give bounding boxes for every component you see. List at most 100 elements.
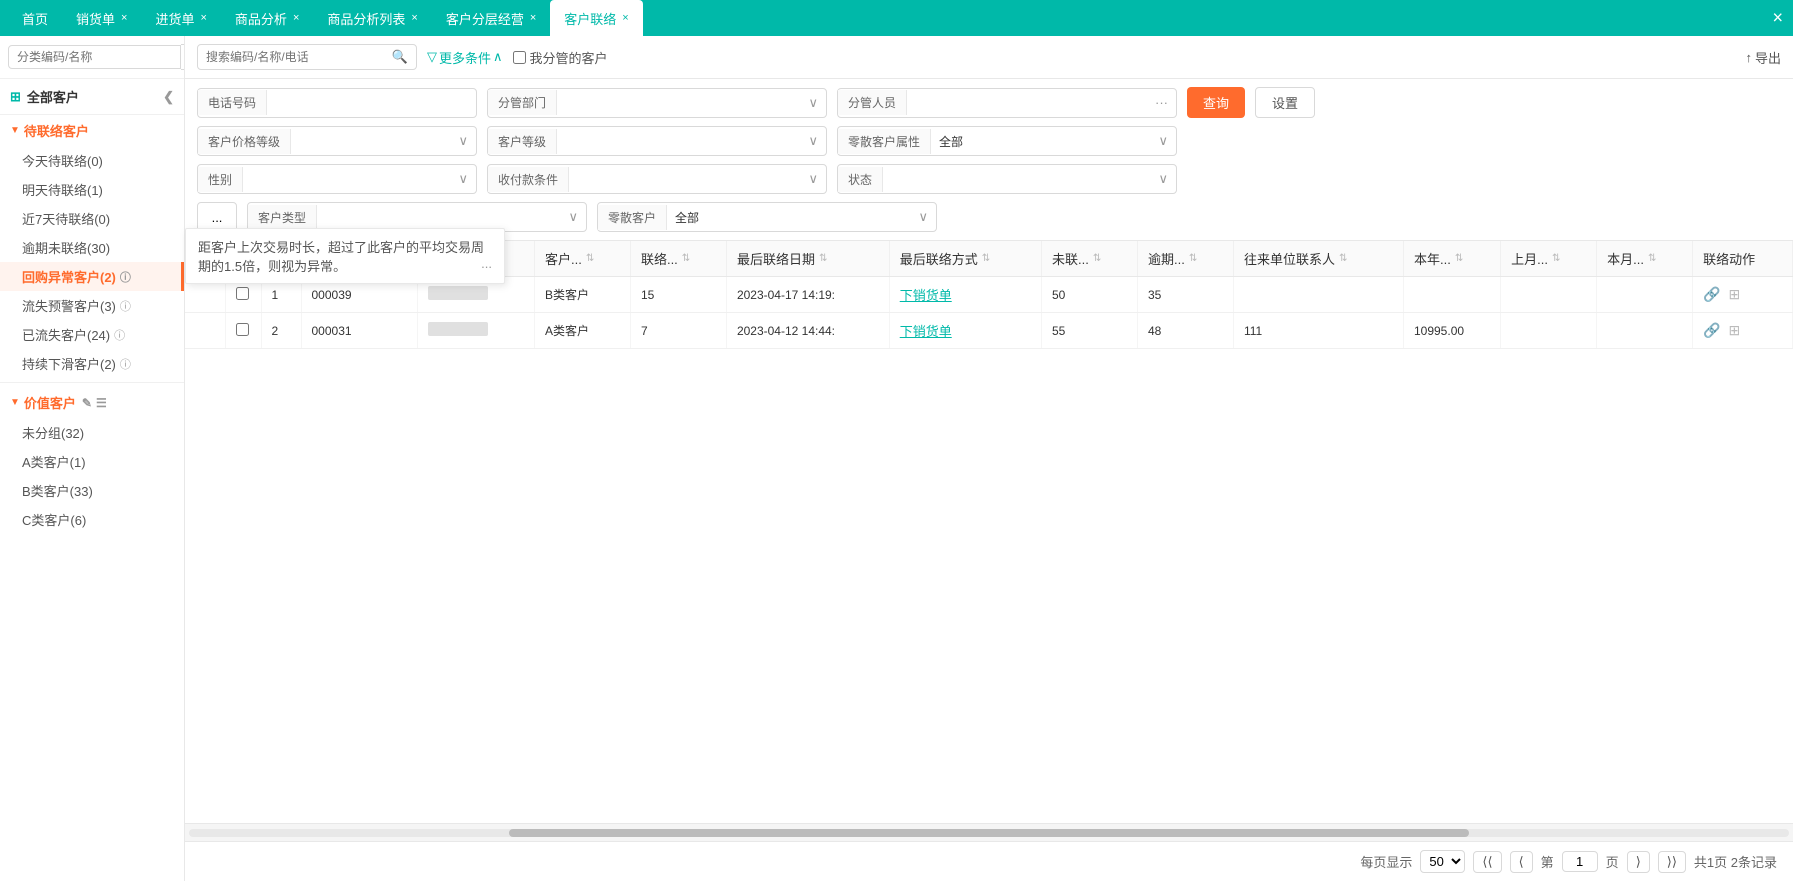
nav-item-customer-contact[interactable]: 客户联络 ×	[550, 0, 642, 36]
sidebar-item-ungrouped[interactable]: 未分组(32)	[0, 418, 184, 447]
td-level-2: A类客户	[534, 313, 630, 349]
edit-icon[interactable]: ✎	[82, 396, 92, 410]
customer-level-dropdown-icon: ∨	[800, 129, 826, 153]
action-grid-icon-2[interactable]: ⊞	[1729, 322, 1741, 339]
retail-attr-field[interactable]: 零散客户属性 全部 ∨	[837, 126, 1177, 156]
close-customer-contact-tab[interactable]: ×	[622, 12, 628, 24]
gender-field[interactable]: 性别 ∨	[197, 164, 477, 194]
th-not-contact[interactable]: 未联... ⇅	[1041, 241, 1137, 277]
last-page-btn[interactable]: ⟩⟩	[1658, 851, 1686, 873]
export-icon: ↑	[1745, 50, 1752, 65]
first-page-btn[interactable]: ⟨⟨	[1473, 851, 1501, 873]
th-last-date[interactable]: 最后联络日期 ⇅	[726, 241, 889, 277]
more-conditions-btn[interactable]: ▽ 更多条件 ∧	[427, 48, 503, 67]
per-page-select[interactable]: 50	[1420, 850, 1465, 873]
sidebar-item-b-class[interactable]: B类客户(33)	[0, 476, 184, 505]
status-field[interactable]: 状态 ∨	[837, 164, 1177, 194]
th-last-month[interactable]: 上月... ⇅	[1501, 241, 1597, 277]
page-number-input[interactable]	[1562, 851, 1598, 872]
horizontal-scrollbar[interactable]	[185, 823, 1793, 841]
td-level-1: B类客户	[534, 277, 630, 313]
query-button[interactable]: 查询	[1187, 87, 1245, 118]
th-company-contact[interactable]: 往来单位联系人 ⇅	[1233, 241, 1403, 277]
action-grid-icon-1[interactable]: ⊞	[1729, 286, 1741, 303]
close-analysis-tab[interactable]: ×	[293, 12, 299, 24]
blurred-name-1	[428, 286, 488, 300]
th-this-month[interactable]: 本月... ⇅	[1597, 241, 1693, 277]
th-overdue[interactable]: 逾期... ⇅	[1137, 241, 1233, 277]
top-nav: 首页 销货单 × 进货单 × 商品分析 × 商品分析列表 × 客户分层经营 × …	[0, 0, 1793, 36]
blurred-name-2	[428, 322, 488, 336]
sort-company-contact-icon: ⇅	[1339, 253, 1347, 264]
dept-field[interactable]: 分管部门 ∨	[487, 88, 827, 118]
filter-icon: ▽	[427, 49, 437, 65]
td-check-2[interactable]	[225, 313, 261, 349]
sidebar-value-customer-section[interactable]: ▼ 价值客户 ✎ ☰	[0, 387, 184, 418]
nav-item-analysis[interactable]: 商品分析 ×	[221, 0, 313, 36]
th-action: 联络动作	[1693, 241, 1793, 277]
info-icon-declining: ⓘ	[120, 356, 131, 372]
info-icon-churned: ⓘ	[114, 327, 125, 343]
action-link-icon-1[interactable]: 🔗	[1703, 286, 1720, 303]
sidebar-search-input[interactable]	[8, 45, 181, 69]
th-this-year[interactable]: 本年... ⇅	[1403, 241, 1500, 277]
filter-row-1: 电话号码 分管部门 ∨ 分管人员 ··· 查询 设置	[197, 87, 1781, 118]
retail-attr-dropdown-icon: ∨	[1150, 129, 1176, 153]
nav-item-analysis-list[interactable]: 商品分析列表 ×	[313, 0, 431, 36]
action-link-icon-2[interactable]: 🔗	[1703, 322, 1720, 339]
td-this-month-2	[1597, 313, 1693, 349]
staff-more-icon: ···	[1147, 91, 1176, 114]
td-last-month-2	[1501, 313, 1597, 349]
collapse-sidebar-icon[interactable]: ❮	[163, 89, 174, 105]
price-level-field[interactable]: 客户价格等级 ∨	[197, 126, 477, 156]
export-button[interactable]: ↑ 导出	[1745, 48, 1781, 67]
prev-page-btn[interactable]: ⟨	[1510, 851, 1533, 873]
filter-row-2: 客户价格等级 ∨ 客户等级 ∨ 零散客户属性 全部 ∨	[197, 126, 1781, 156]
nav-item-sales[interactable]: 销货单 ×	[62, 0, 141, 36]
sidebar-item-7days[interactable]: 近7天待联络(0)	[0, 204, 184, 233]
payment-field[interactable]: 收付款条件 ∨	[487, 164, 827, 194]
th-level[interactable]: 客户... ⇅	[534, 241, 630, 277]
manage-icon[interactable]: ☰	[96, 396, 107, 410]
row-1-checkbox[interactable]	[236, 287, 249, 300]
sidebar-item-churned[interactable]: 已流失客户(24) ⓘ	[0, 320, 184, 349]
close-all-tabs[interactable]: ×	[1772, 8, 1783, 29]
sidebar-item-today[interactable]: 今天待联络(0)	[0, 146, 184, 175]
td-action-1: 🔗 ⊞	[1693, 277, 1793, 313]
close-analysis-list-tab[interactable]: ×	[411, 12, 417, 24]
filter-search-box: 🔍	[197, 44, 417, 70]
close-sales-tab[interactable]: ×	[121, 12, 127, 24]
next-page-btn[interactable]: ⟩	[1627, 851, 1650, 873]
retail-customer-dropdown-icon: ∨	[910, 205, 936, 229]
th-contact[interactable]: 联络... ⇅	[630, 241, 726, 277]
sidebar-item-c-class[interactable]: C类客户(6)	[0, 505, 184, 534]
sidebar-item-repurchase-anomaly[interactable]: 回购异常客户(2) ⓘ	[0, 262, 184, 291]
sidebar-divider	[0, 382, 184, 383]
nav-item-customer-tier[interactable]: 客户分层经营 ×	[432, 0, 550, 36]
close-purchase-tab[interactable]: ×	[200, 12, 206, 24]
td-last-method-2[interactable]: 下销货单	[889, 313, 1041, 349]
my-customers-checkbox[interactable]	[513, 51, 526, 64]
th-last-method[interactable]: 最后联络方式 ⇅	[889, 241, 1041, 277]
sidebar-item-churn-warning[interactable]: 流失预警客户(3) ⓘ	[0, 291, 184, 320]
main-layout: 🔍 ⊞ 全部客户 ❮ ▼ 待联络客户 今天待联络(0) 明天待联络(1) 近7天…	[0, 36, 1793, 881]
row-2-checkbox[interactable]	[236, 323, 249, 336]
sidebar-item-a-class[interactable]: A类客户(1)	[0, 447, 184, 476]
sidebar-pending-group-title[interactable]: ▼ 待联络客户	[0, 115, 184, 146]
close-customer-tier-tab[interactable]: ×	[530, 12, 536, 24]
retail-customer-field[interactable]: 零散客户 全部 ∨	[597, 202, 937, 232]
scroll-thumb[interactable]	[509, 829, 1469, 837]
staff-field[interactable]: 分管人员 ···	[837, 88, 1177, 118]
tooltip-more[interactable]: ...	[481, 256, 492, 271]
sidebar-all-customers[interactable]: ⊞ 全部客户 ❮	[0, 79, 184, 115]
customer-level-field[interactable]: 客户等级 ∨	[487, 126, 827, 156]
nav-item-home[interactable]: 首页	[8, 0, 62, 36]
sidebar-item-overdue[interactable]: 逾期未联络(30)	[0, 233, 184, 262]
nav-item-purchase[interactable]: 进货单 ×	[141, 0, 220, 36]
td-last-method-1[interactable]: 下销货单	[889, 277, 1041, 313]
sidebar-item-tomorrow[interactable]: 明天待联络(1)	[0, 175, 184, 204]
td-contact-1: 15	[630, 277, 726, 313]
sidebar-item-declining[interactable]: 持续下滑客户(2) ⓘ	[0, 349, 184, 378]
settings-button[interactable]: 设置	[1255, 87, 1315, 118]
filter-search-input[interactable]	[206, 50, 388, 64]
